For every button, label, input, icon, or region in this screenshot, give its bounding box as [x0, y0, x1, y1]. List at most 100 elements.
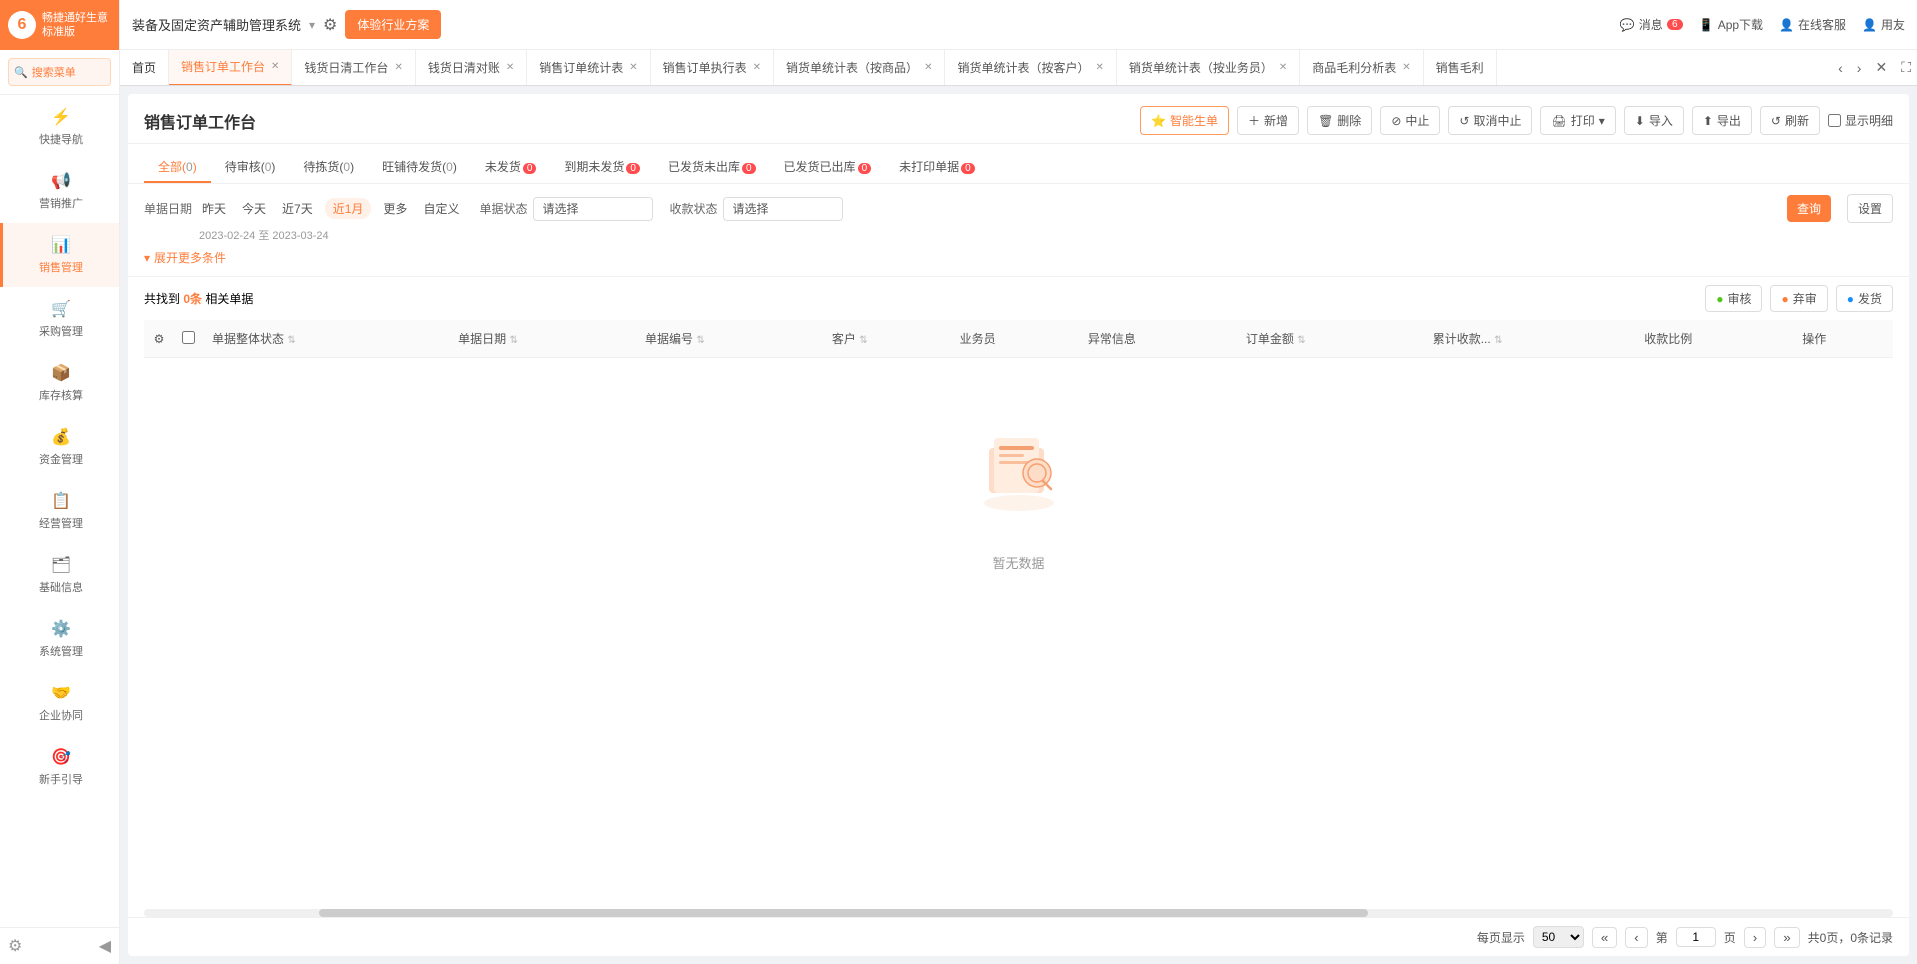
- export-button[interactable]: ⬆ 导出: [1692, 106, 1752, 135]
- prev-page-button[interactable]: ‹: [1625, 927, 1647, 948]
- tab-close-sales-cust[interactable]: ✕: [1095, 62, 1103, 73]
- date-option-1month[interactable]: 近1月: [325, 198, 372, 219]
- date-option-yesterday[interactable]: 昨天: [198, 198, 230, 219]
- date-option-more[interactable]: 更多: [379, 198, 411, 219]
- tab-next-icon[interactable]: ›: [1851, 56, 1868, 80]
- tab-maximize-icon[interactable]: ⛶: [1895, 55, 1917, 80]
- print-button[interactable]: 🖨 打印 ▾: [1540, 106, 1615, 135]
- sidebar-item-collaboration[interactable]: 🤝 企业协同: [0, 671, 119, 735]
- tab-close-sales-staff[interactable]: ✕: [1279, 62, 1287, 73]
- col-header-date[interactable]: 单据日期 ⇅: [450, 320, 637, 358]
- sidebar-item-inventory[interactable]: 📦 库存核算: [0, 351, 119, 415]
- tab-close-all-icon[interactable]: ✕: [1869, 55, 1893, 80]
- smart-create-button[interactable]: ⭐ 智能生单: [1140, 106, 1229, 135]
- col-header-received[interactable]: 累计收款... ⇅: [1425, 320, 1637, 358]
- sub-tab-overdue[interactable]: 到期未发货0: [550, 152, 654, 183]
- topbar-setting-icon[interactable]: ⚙: [323, 15, 337, 35]
- tab-profit[interactable]: 商品毛利分析表 ✕: [1300, 50, 1423, 86]
- tab-sales-staff[interactable]: 销货单统计表（按业务员） ✕: [1117, 50, 1300, 86]
- tab-sales-goods[interactable]: 销货单统计表（按商品） ✕: [774, 50, 945, 86]
- col-header-amount[interactable]: 订单金额 ⇅: [1238, 320, 1425, 358]
- date-option-7days[interactable]: 近7天: [278, 198, 317, 219]
- horizontal-scrollbar[interactable]: [144, 909, 1893, 917]
- sidebar-item-purchase[interactable]: 🛒 采购管理: [0, 287, 119, 351]
- message-badge: 6: [1667, 19, 1683, 30]
- sidebar-item-sales[interactable]: 📊 销售管理: [0, 223, 119, 287]
- sub-tab-picking[interactable]: 待拣货(0): [289, 152, 368, 183]
- tab-gross[interactable]: 销售毛利: [1424, 50, 1497, 86]
- user-icon: 👤: [1862, 18, 1877, 32]
- sub-tab-shipped-no-out[interactable]: 已发货未出库0: [654, 152, 770, 183]
- online-service-button[interactable]: 👤 在线客服: [1779, 16, 1846, 33]
- sub-tab-all[interactable]: 全部(0): [144, 152, 211, 183]
- search-menu-button[interactable]: 🔍 搜索菜单: [8, 58, 111, 86]
- col-header-staff: 业务员: [952, 320, 1080, 358]
- cancel-stop-button[interactable]: ↺ 取消中止: [1448, 106, 1532, 135]
- message-button[interactable]: 💬 消息 6: [1620, 16, 1683, 33]
- tab-sales-exec[interactable]: 销售订单执行表 ✕: [651, 50, 774, 86]
- finance-icon: 💰: [51, 427, 71, 447]
- column-setting-icon[interactable]: ⚙: [144, 320, 174, 358]
- sub-tab-wangpu[interactable]: 旺铺待发货(0): [368, 152, 471, 183]
- sub-tab-shipped-out[interactable]: 已发货已出库0: [770, 152, 886, 183]
- user-menu-button[interactable]: 👤 用友: [1862, 16, 1905, 33]
- tab-cash-daily[interactable]: 钱货日清工作台 ✕: [292, 50, 415, 86]
- tab-close-reconcile[interactable]: ✕: [506, 62, 514, 73]
- sidebar-item-basic-info[interactable]: 🗂 基础信息: [0, 543, 119, 607]
- tab-reconcile[interactable]: 钱货日清对账 ✕: [416, 50, 527, 86]
- col-header-number[interactable]: 单据编号 ⇅: [637, 320, 824, 358]
- tab-close-sales-exec[interactable]: ✕: [753, 62, 761, 73]
- scrollbar-thumb[interactable]: [319, 909, 1368, 917]
- delete-button[interactable]: 🗑 删除: [1307, 106, 1372, 135]
- ship-button[interactable]: ● 发货: [1836, 285, 1893, 312]
- tab-close-sales-workbench[interactable]: ✕: [271, 61, 279, 72]
- import-button[interactable]: ⬇ 导入: [1624, 106, 1684, 135]
- settings-icon[interactable]: ⚙: [8, 936, 22, 956]
- sidebar-item-quick-nav[interactable]: ⚡ 快捷导航: [0, 95, 119, 159]
- tab-close-cash-daily[interactable]: ✕: [394, 62, 402, 73]
- refresh-button[interactable]: ↺ 刷新: [1760, 106, 1820, 135]
- add-button[interactable]: ＋ 新增: [1237, 106, 1299, 135]
- col-header-customer[interactable]: 客户 ⇅: [824, 320, 952, 358]
- trial-button[interactable]: 体验行业方案: [345, 10, 441, 39]
- app-download-button[interactable]: 📱 App下载: [1699, 16, 1763, 33]
- tab-close-profit[interactable]: ✕: [1402, 62, 1410, 73]
- main-area: 装备及固定资产辅助管理系统 ▾ ⚙ 体验行业方案 💬 消息 6 📱 App下载 …: [120, 0, 1917, 964]
- last-page-button[interactable]: »: [1774, 927, 1799, 948]
- sidebar-item-guide[interactable]: 🎯 新手引导: [0, 735, 119, 799]
- tab-sales-cust[interactable]: 销货单统计表（按客户） ✕: [945, 50, 1116, 86]
- detail-checkbox[interactable]: [1828, 114, 1841, 127]
- next-page-button[interactable]: ›: [1744, 927, 1766, 948]
- sub-tab-pending[interactable]: 待审核(0): [211, 152, 290, 183]
- tab-home[interactable]: 首页: [120, 50, 169, 86]
- first-page-button[interactable]: «: [1592, 927, 1617, 948]
- stop-button[interactable]: ⊘ 中止: [1380, 106, 1440, 135]
- dropdown-arrow-icon[interactable]: ▾: [309, 18, 315, 32]
- sidebar-item-operations[interactable]: 📋 经营管理: [0, 479, 119, 543]
- tab-close-sales-stat[interactable]: ✕: [629, 62, 637, 73]
- tab-sales-stat[interactable]: 销售订单统计表 ✕: [527, 50, 650, 86]
- audit-button[interactable]: ● 审核: [1705, 285, 1762, 312]
- sub-tab-not-printed[interactable]: 未打印单据0: [885, 152, 989, 183]
- status-filter-select[interactable]: 请选择: [533, 197, 653, 221]
- payment-filter-select[interactable]: 请选择: [723, 197, 843, 221]
- tab-close-sales-goods[interactable]: ✕: [924, 62, 932, 73]
- select-all-checkbox[interactable]: [182, 331, 195, 344]
- col-header-status[interactable]: 单据整体状态 ⇅: [204, 320, 450, 358]
- sidebar-item-marketing[interactable]: 📢 营销推广: [0, 159, 119, 223]
- page-number-input[interactable]: [1676, 927, 1716, 947]
- sub-tab-not-shipped[interactable]: 未发货0: [471, 152, 551, 183]
- sidebar-item-finance[interactable]: 💰 资金管理: [0, 415, 119, 479]
- filter-settings-button[interactable]: 设置: [1847, 194, 1893, 223]
- tab-sales-workbench[interactable]: 销售订单工作台 ✕: [169, 50, 292, 86]
- sidebar-item-system[interactable]: ⚙️ 系统管理: [0, 607, 119, 671]
- date-option-custom[interactable]: 自定义: [419, 198, 463, 219]
- purchase-icon: 🛒: [51, 299, 71, 319]
- reject-button[interactable]: ● 弃审: [1770, 285, 1827, 312]
- tab-prev-icon[interactable]: ‹: [1832, 56, 1849, 80]
- per-page-select[interactable]: 10 20 50 100: [1533, 926, 1584, 948]
- date-option-today[interactable]: 今天: [238, 198, 270, 219]
- query-button[interactable]: 查询: [1787, 195, 1831, 222]
- collapse-icon[interactable]: ◀: [99, 936, 111, 956]
- expand-filter-button[interactable]: ▾ 展开更多条件: [144, 249, 1893, 266]
